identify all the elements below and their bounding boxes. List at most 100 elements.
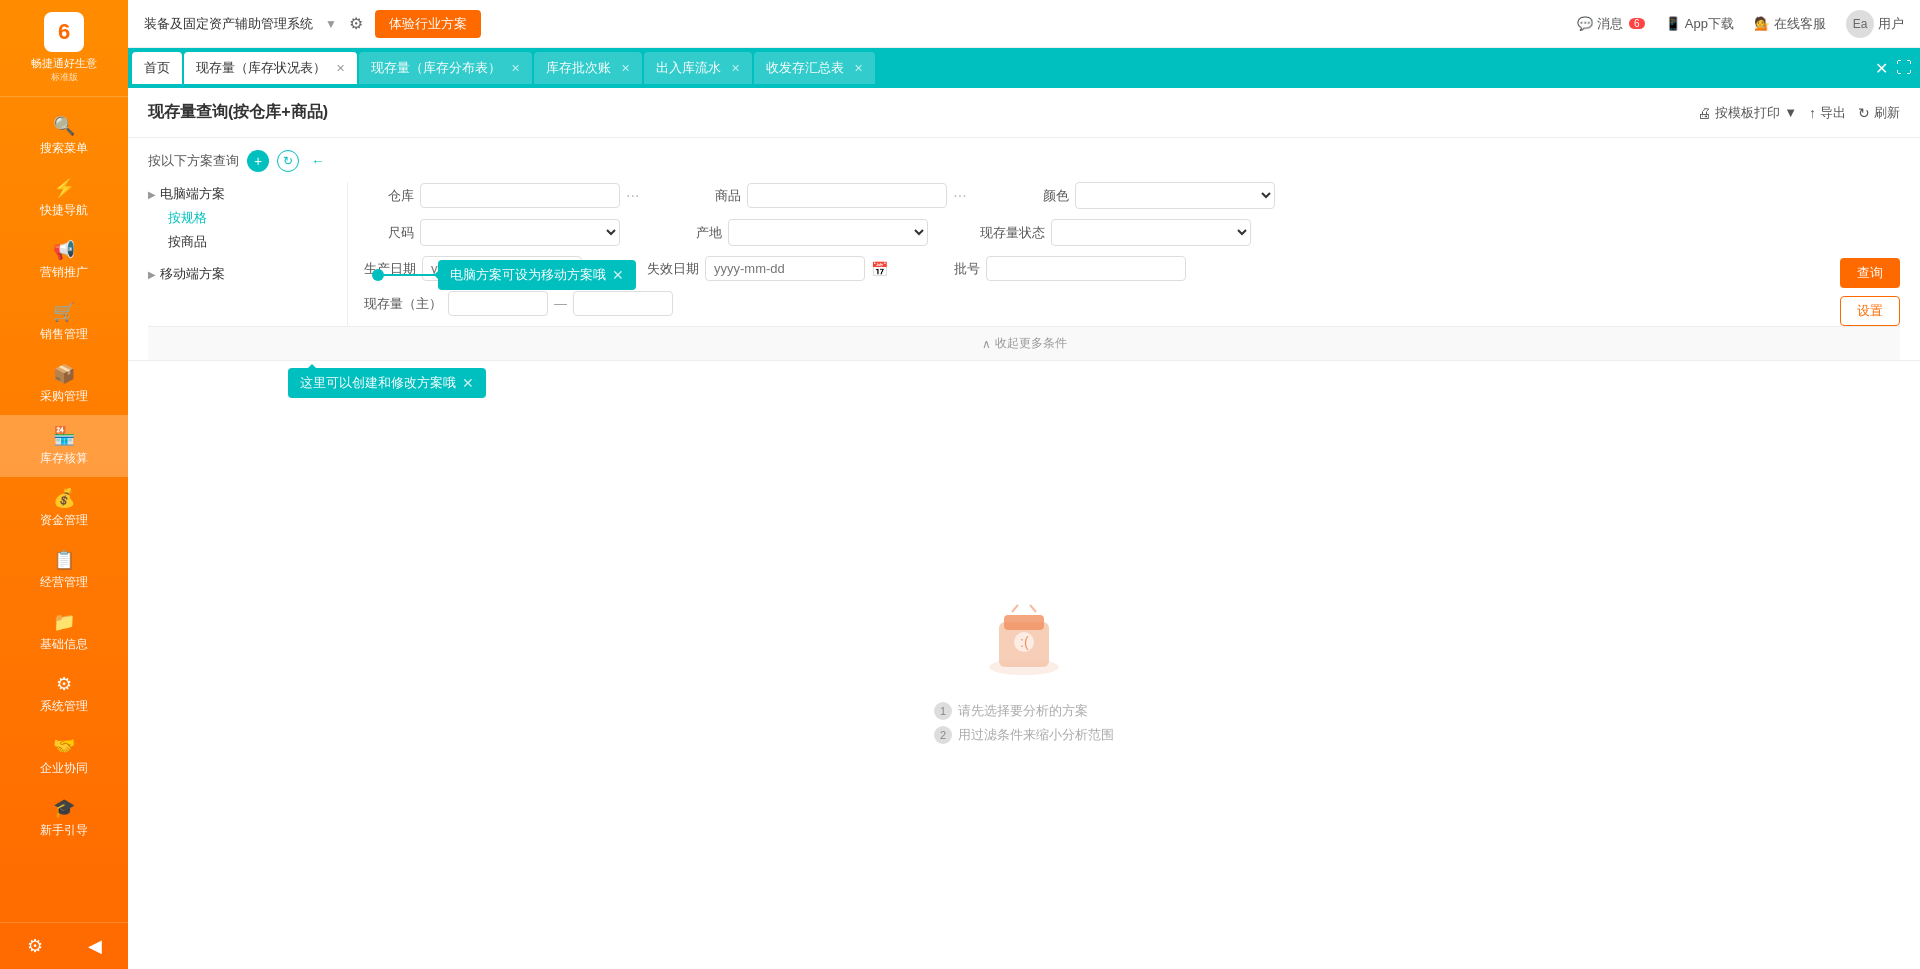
size-select[interactable] xyxy=(420,219,620,246)
tab-close-summary[interactable]: ✕ xyxy=(854,62,863,75)
expire-date-input[interactable] xyxy=(705,256,865,281)
filter-field-origin: 产地 xyxy=(672,219,928,246)
export-btn[interactable]: ↑ 导出 xyxy=(1809,104,1846,122)
tab-flow[interactable]: 出入库流水 ✕ xyxy=(644,52,752,84)
refresh-icon: ↻ xyxy=(1858,105,1870,121)
tab-summary[interactable]: 收发存汇总表 ✕ xyxy=(754,52,875,84)
tab-close-batch-account[interactable]: ✕ xyxy=(621,62,630,75)
scheme-item-spec[interactable]: 按规格 xyxy=(168,206,337,230)
warehouse-input[interactable] xyxy=(420,183,620,208)
page-inner: 现存量查询(按仓库+商品) 🖨 按模板打印 ▼ ↑ 导出 ↻ 刷新 xyxy=(128,88,1920,969)
print-dropdown-icon: ▼ xyxy=(1784,105,1797,120)
svg-rect-2 xyxy=(1004,615,1044,630)
collapse-bar[interactable]: ∧ 收起更多条件 xyxy=(148,326,1900,360)
tab-close-flow[interactable]: ✕ xyxy=(731,62,740,75)
fullscreen-icon[interactable]: ⛶ xyxy=(1896,59,1912,78)
scheme-desktop[interactable]: ▶ 电脑端方案 xyxy=(148,182,337,206)
header-left: 装备及固定资产辅助管理系统 ▼ ⚙ 体验行业方案 xyxy=(144,10,481,38)
goods-dots-icon[interactable]: ··· xyxy=(953,187,966,205)
quick-icon: ⚡ xyxy=(53,177,75,199)
tab-batch-account[interactable]: 库存批次账 ✕ xyxy=(534,52,642,84)
warehouse-dots-icon[interactable]: ··· xyxy=(626,187,639,205)
tabbar: 首页 现存量（库存状况表） ✕ 现存量（库存分布表） ✕ 库存批次账 ✕ 出入库… xyxy=(128,48,1920,88)
online-support-btn[interactable]: 💁 在线客服 xyxy=(1754,15,1826,33)
tab-inventory-dist[interactable]: 现存量（库存分布表） ✕ xyxy=(359,52,532,84)
tab-inventory-status[interactable]: 现存量（库存状况表） ✕ xyxy=(184,52,357,84)
scheme-mobile[interactable]: ▶ 移动端方案 xyxy=(148,262,337,286)
edit-tooltip-close[interactable]: ✕ xyxy=(462,375,474,391)
settings-bottom-icon[interactable]: ⚙ xyxy=(27,935,43,957)
collapse-up-icon: ∧ xyxy=(982,337,991,351)
svg-text::(: :( xyxy=(1020,634,1029,650)
filter-field-expire-date: 失效日期 📅 xyxy=(647,256,888,281)
tabbar-right: ✕ ⛶ xyxy=(1875,59,1912,78)
sidebar-item-operation[interactable]: 📋 经营管理 xyxy=(0,539,128,601)
sidebar-item-search[interactable]: 🔍 搜索菜单 xyxy=(0,105,128,167)
sidebar-item-marketing[interactable]: 📢 营销推广 xyxy=(0,229,128,291)
scheme-item-goods[interactable]: 按商品 xyxy=(168,230,337,254)
marketing-icon: 📢 xyxy=(53,239,75,261)
empty-state: :( 1 请先选择要分析的方案 2 用过滤条件来缩小分析范围 xyxy=(128,361,1920,969)
filter-field-batch: 批号 xyxy=(930,256,1186,281)
operation-icon: 📋 xyxy=(53,549,75,571)
filter-add-scheme-btn[interactable]: + xyxy=(247,150,269,172)
print-template-btn[interactable]: 🖨 按模板打印 ▼ xyxy=(1697,104,1797,122)
sidebar-item-finance[interactable]: 💰 资金管理 xyxy=(0,477,128,539)
empty-tips: 1 请先选择要分析的方案 2 用过滤条件来缩小分析范围 xyxy=(934,702,1114,744)
logo-text: 畅捷通好生意 标准版 xyxy=(31,56,97,84)
empty-tip-2: 2 用过滤条件来缩小分析范围 xyxy=(934,726,1114,744)
filter-refresh-scheme-btn[interactable]: ↻ xyxy=(277,150,299,172)
search-button[interactable]: 查询 xyxy=(1840,258,1900,288)
svg-line-6 xyxy=(1030,605,1036,612)
system-icon: ⚙ xyxy=(56,673,72,695)
page-titlebar: 现存量查询(按仓库+商品) 🖨 按模板打印 ▼ ↑ 导出 ↻ 刷新 xyxy=(128,88,1920,138)
export-icon: ↑ xyxy=(1809,105,1816,121)
filter-field-color: 颜色 xyxy=(1019,182,1275,209)
batch-input[interactable] xyxy=(986,256,1186,281)
filter-header: 按以下方案查询 + ↻ ← xyxy=(148,150,1900,172)
refresh-btn[interactable]: ↻ 刷新 xyxy=(1858,104,1900,122)
system-name: 装备及固定资产辅助管理系统 xyxy=(144,15,313,33)
color-select[interactable] xyxy=(1075,182,1275,209)
system-dropdown-icon[interactable]: ▼ xyxy=(325,17,337,31)
sidebar-item-system[interactable]: ⚙ 系统管理 xyxy=(0,663,128,725)
tab-home[interactable]: 首页 xyxy=(132,52,182,84)
sidebar-item-sales[interactable]: 🛒 销售管理 xyxy=(0,291,128,353)
stock-qty-min-input[interactable] xyxy=(448,291,548,316)
tab-close-inventory-status[interactable]: ✕ xyxy=(336,62,345,75)
origin-select[interactable] xyxy=(728,219,928,246)
filter-fields-panel: 仓库 ··· 商品 ··· 颜色 xyxy=(348,182,1900,326)
app-download-btn[interactable]: 📱 App下载 xyxy=(1665,15,1734,33)
expire-date-calendar-icon[interactable]: 📅 xyxy=(871,261,888,277)
filter-field-goods: 商品 ··· xyxy=(691,183,966,208)
stock-status-select[interactable] xyxy=(1051,219,1251,246)
scheme-dot-line xyxy=(384,274,439,276)
user-menu[interactable]: Ea 用户 xyxy=(1846,10,1904,38)
filter-back-btn[interactable]: ← xyxy=(307,150,329,172)
support-icon: 💁 xyxy=(1754,16,1770,31)
sidebar-item-inventory[interactable]: 🏪 库存核算 xyxy=(0,415,128,477)
sidebar-item-enterprise[interactable]: 🤝 企业协同 xyxy=(0,725,128,787)
filter-row-2: 尺码 产地 现存量状态 xyxy=(364,219,1900,246)
close-all-tabs-icon[interactable]: ✕ xyxy=(1875,59,1888,78)
scheme-dot-indicator xyxy=(372,269,384,281)
sidebar-item-purchase[interactable]: 📦 采购管理 xyxy=(0,353,128,415)
stock-qty-max-input[interactable] xyxy=(573,291,673,316)
scheme-tooltip-close[interactable]: ✕ xyxy=(612,267,624,283)
settings-gear-icon[interactable]: ⚙ xyxy=(349,14,363,33)
svg-line-5 xyxy=(1012,605,1018,612)
set-button[interactable]: 设置 xyxy=(1840,296,1900,326)
trial-btn[interactable]: 体验行业方案 xyxy=(375,10,481,38)
message-btn[interactable]: 💬 消息 6 xyxy=(1577,15,1645,33)
filter-label: 按以下方案查询 xyxy=(148,152,239,170)
empty-tip-1: 1 请先选择要分析的方案 xyxy=(934,702,1114,720)
filter-row-4: 现存量（主） — xyxy=(364,291,1900,316)
sidebar-item-guide[interactable]: 🎓 新手引导 xyxy=(0,787,128,849)
sidebar-item-quick[interactable]: ⚡ 快捷导航 xyxy=(0,167,128,229)
tab-close-inventory-dist[interactable]: ✕ xyxy=(511,62,520,75)
scheme-tree-panel: 这里可以创建和修改方案哦 ✕ ▶ 电脑端方案 按规格 xyxy=(148,182,348,326)
logo-icon: 6 xyxy=(44,12,84,52)
sidebar-item-basic[interactable]: 📁 基础信息 xyxy=(0,601,128,663)
goods-input[interactable] xyxy=(747,183,947,208)
collapse-sidebar-icon[interactable]: ◀ xyxy=(88,935,102,957)
